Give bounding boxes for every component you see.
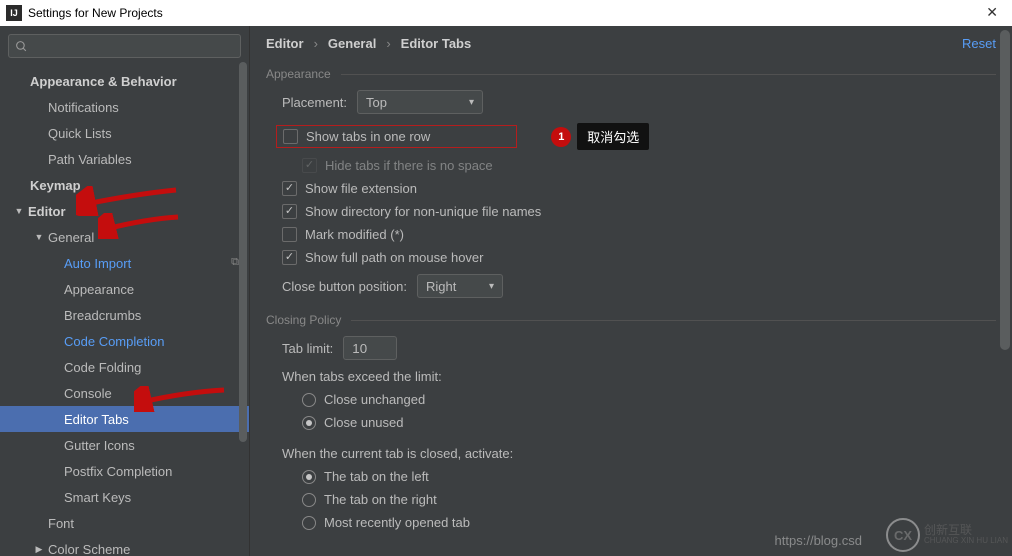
sidebar-item-color-scheme[interactable]: Color Scheme — [0, 536, 249, 556]
sidebar-item-label: Editor — [28, 204, 66, 219]
mark-modified-label: Mark modified (*) — [305, 227, 404, 242]
sidebar-item-appearance[interactable]: Appearance — [0, 276, 249, 302]
content-scrollbar-thumb[interactable] — [1000, 30, 1010, 350]
close-pos-select[interactable]: Right — [417, 274, 503, 298]
show-dir-label: Show directory for non-unique file names — [305, 204, 541, 219]
sidebar-item-quick-lists[interactable]: Quick Lists — [0, 120, 249, 146]
sidebar-item-path-variables[interactable]: Path Variables — [0, 146, 249, 172]
sidebar-item-notifications[interactable]: Notifications — [0, 94, 249, 120]
search-input[interactable] — [8, 34, 241, 58]
breadcrumb-part[interactable]: General — [328, 36, 376, 51]
show-tabs-one-row-label: Show tabs in one row — [306, 129, 510, 144]
sidebar-item-auto-import[interactable]: Auto Import ⧉ — [0, 250, 249, 276]
tab-left-radio[interactable] — [302, 470, 316, 484]
show-tabs-one-row-checkbox[interactable] — [283, 129, 298, 144]
sidebar-item-label: Notifications — [48, 100, 119, 115]
placement-label: Placement: — [282, 95, 347, 110]
watermark-logo: CX — [886, 518, 920, 552]
sidebar-item-label: Path Variables — [48, 152, 132, 167]
sidebar-item-keymap[interactable]: Keymap — [0, 172, 249, 198]
show-full-path-label: Show full path on mouse hover — [305, 250, 484, 265]
close-unchanged-label: Close unchanged — [324, 392, 425, 407]
show-full-path-checkbox[interactable] — [282, 250, 297, 265]
close-unused-label: Close unused — [324, 415, 404, 430]
tab-limit-input[interactable] — [343, 336, 397, 360]
sidebar-item-label: Appearance & Behavior — [30, 74, 177, 89]
annotation-badge: 1 — [551, 127, 571, 147]
titlebar: IJ Settings for New Projects ✕ — [0, 0, 1012, 26]
breadcrumb-part[interactable]: Editor — [266, 36, 304, 51]
show-ext-checkbox[interactable] — [282, 181, 297, 196]
sidebar-item-label: Appearance — [64, 282, 134, 297]
window-title: Settings for New Projects — [28, 6, 163, 20]
breadcrumb-part: Editor Tabs — [401, 36, 472, 51]
section-appearance: Appearance — [250, 57, 1012, 85]
sidebar-item-label: Editor Tabs — [64, 412, 129, 427]
close-pos-label: Close button position: — [282, 279, 407, 294]
sidebar-item-appearance-behavior[interactable]: Appearance & Behavior — [0, 68, 249, 94]
sidebar-item-code-folding[interactable]: Code Folding — [0, 354, 249, 380]
sidebar-item-label: Gutter Icons — [64, 438, 135, 453]
sidebar-item-smart-keys[interactable]: Smart Keys — [0, 484, 249, 510]
sidebar-item-code-completion[interactable]: Code Completion — [0, 328, 249, 354]
app-icon: IJ — [6, 5, 22, 21]
sidebar-item-label: Console — [64, 386, 112, 401]
sidebar-scrollbar-thumb[interactable] — [239, 62, 247, 442]
sidebar-item-label: General — [48, 230, 94, 245]
sidebar-item-label: Auto Import — [64, 256, 131, 271]
sidebar-item-editor[interactable]: Editor — [0, 198, 249, 224]
breadcrumb: Editor › General › Editor Tabs Reset — [250, 26, 1012, 57]
sidebar-item-label: Code Folding — [64, 360, 141, 375]
sidebar-item-label: Font — [48, 516, 74, 531]
close-unchanged-radio[interactable] — [302, 393, 316, 407]
tab-left-label: The tab on the left — [324, 469, 429, 484]
search-icon — [15, 40, 28, 53]
settings-content: Editor › General › Editor Tabs Reset App… — [250, 26, 1012, 556]
reset-link[interactable]: Reset — [962, 36, 996, 51]
chevron-right-icon: › — [386, 36, 390, 51]
close-unused-radio[interactable] — [302, 416, 316, 430]
tab-right-radio[interactable] — [302, 493, 316, 507]
sidebar-item-gutter-icons[interactable]: Gutter Icons — [0, 432, 249, 458]
sidebar-item-breadcrumbs[interactable]: Breadcrumbs — [0, 302, 249, 328]
closed-activate-label: When the current tab is closed, activate… — [282, 446, 513, 461]
annotation-highlight: Show tabs in one row — [276, 125, 517, 148]
placement-select[interactable]: Top — [357, 90, 483, 114]
section-closing-policy: Closing Policy — [250, 303, 1012, 331]
show-ext-label: Show file extension — [305, 181, 417, 196]
sidebar-item-postfix-completion[interactable]: Postfix Completion — [0, 458, 249, 484]
sidebar-item-label: Postfix Completion — [64, 464, 172, 479]
sidebar-item-label: Keymap — [30, 178, 81, 193]
sidebar-item-label: Smart Keys — [64, 490, 131, 505]
settings-tree: Appearance & Behavior Notifications Quick … — [0, 64, 249, 556]
sidebar-item-font[interactable]: Font — [0, 510, 249, 536]
settings-sidebar: Appearance & Behavior Notifications Quick … — [0, 26, 250, 556]
content-scrollbar[interactable] — [998, 26, 1012, 556]
tree-arrow-icon[interactable] — [34, 232, 44, 242]
most-recent-label: Most recently opened tab — [324, 515, 470, 530]
chevron-right-icon: › — [314, 36, 318, 51]
sidebar-item-label: Quick Lists — [48, 126, 112, 141]
show-dir-checkbox[interactable] — [282, 204, 297, 219]
copy-icon[interactable]: ⧉ — [231, 256, 239, 269]
hide-tabs-label: Hide tabs if there is no space — [325, 158, 493, 173]
hide-tabs-checkbox — [302, 158, 317, 173]
most-recent-radio[interactable] — [302, 516, 316, 530]
watermark: CX 创新互联CHUANG XIN HU LIAN — [886, 518, 1008, 552]
watermark-url: https://blog.csd — [775, 533, 862, 548]
sidebar-item-general[interactable]: General — [0, 224, 249, 250]
sidebar-item-label: Code Completion — [64, 334, 164, 349]
sidebar-item-label: Breadcrumbs — [64, 308, 141, 323]
tab-right-label: The tab on the right — [324, 492, 437, 507]
exceed-label: When tabs exceed the limit: — [282, 369, 442, 384]
mark-modified-checkbox[interactable] — [282, 227, 297, 242]
sidebar-item-editor-tabs[interactable]: Editor Tabs — [0, 406, 249, 432]
sidebar-item-console[interactable]: Console — [0, 380, 249, 406]
sidebar-item-label: Color Scheme — [48, 542, 130, 556]
tab-limit-label: Tab limit: — [282, 341, 333, 356]
annotation-tooltip: 取消勾选 — [577, 123, 649, 150]
close-icon[interactable]: ✕ — [980, 2, 1004, 23]
tree-arrow-icon[interactable] — [14, 206, 24, 216]
tree-arrow-icon[interactable] — [34, 544, 44, 555]
